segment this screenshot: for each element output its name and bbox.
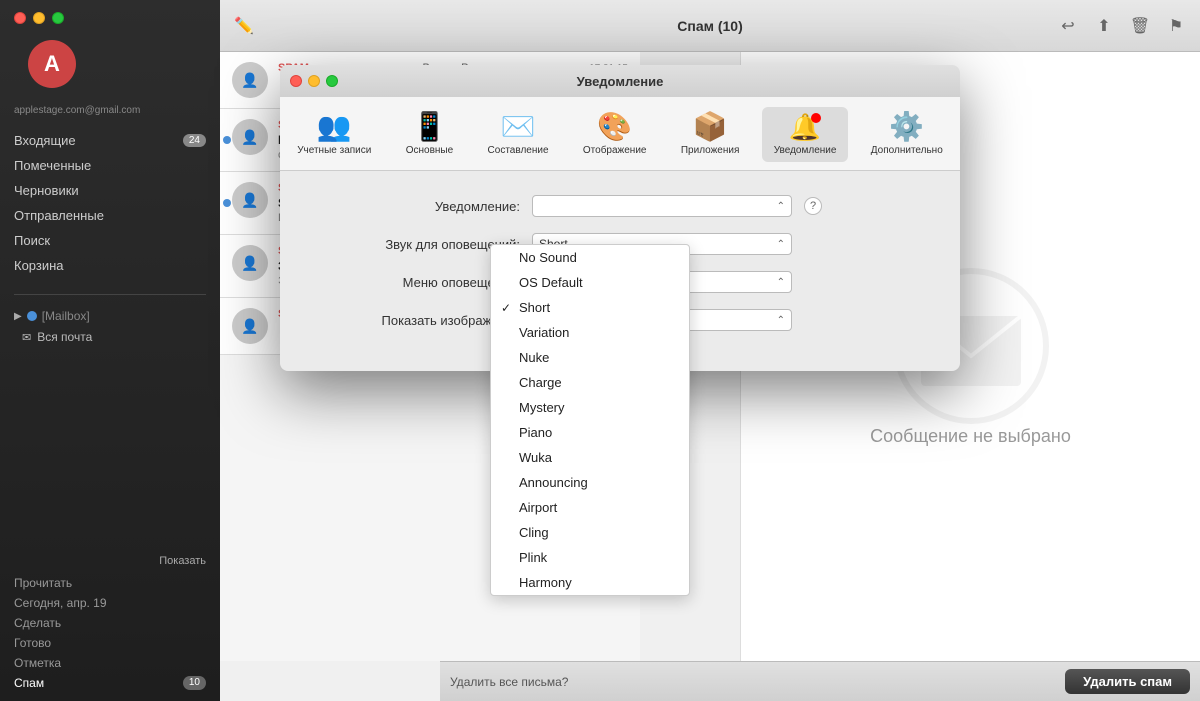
dropdown-item-announcing[interactable]: Announcing <box>491 470 689 495</box>
sidebar-item-inbox[interactable]: Входящие 24 <box>0 128 220 153</box>
divider <box>14 294 206 295</box>
sidebar-item-today[interactable]: Сегодня, апр. 19 <box>14 593 206 613</box>
display-icon: 🎨 <box>597 113 632 141</box>
sidebar-item-spam[interactable]: Спам 10 <box>14 673 206 693</box>
dropdown-item-os-default[interactable]: OS Default <box>491 270 689 295</box>
compose-icon: ✉️ <box>501 113 536 141</box>
sidebar-item-done[interactable]: Готово <box>14 633 206 653</box>
mailboxes: ▶ [Mailbox] ✉ Вся почта <box>0 301 220 351</box>
compose-button[interactable]: ✏️ <box>230 12 258 40</box>
prefs-tab-display[interactable]: 🎨 Отображение <box>571 107 659 162</box>
delete-spam-button[interactable]: Удалить спам <box>1065 669 1190 694</box>
dropdown-item-variation[interactable]: Variation <box>491 320 689 345</box>
dropdown-item-plink[interactable]: Plink <box>491 545 689 570</box>
prefs-tab-advanced-label: Дополнительно <box>871 145 943 156</box>
sidebar-item-sent[interactable]: Отправленные <box>0 203 220 228</box>
reply-icon[interactable]: ↩ <box>1054 12 1082 40</box>
sidebar-item-flagged[interactable]: Помеченные <box>0 153 220 178</box>
prefs-tab-general-label: Основные <box>406 145 453 156</box>
prefs-tab-compose-label: Составление <box>488 145 549 156</box>
sidebar-item-todo[interactable]: Сделать <box>14 613 206 633</box>
trash-icon[interactable]: 🗑 <box>1126 12 1154 40</box>
prefs-title: Уведомление <box>577 74 664 89</box>
dropdown-item-airport[interactable]: Airport <box>491 495 689 520</box>
prefs-tab-notifications[interactable]: 🔔 Уведомление <box>762 107 849 162</box>
sidebar-nav: Входящие 24 Помеченные Черновики Отправл… <box>0 128 220 288</box>
maximize-button[interactable] <box>52 12 64 24</box>
minimize-button[interactable] <box>33 12 45 24</box>
show-button[interactable]: Показать <box>159 555 206 571</box>
sidebar-item-drafts[interactable]: Черновики <box>0 178 220 203</box>
mail-title: Спам (10) <box>677 18 743 34</box>
dropdown-item-mystery[interactable]: Mystery <box>491 395 689 420</box>
prefs-tab-compose[interactable]: ✉️ Составление <box>476 107 561 162</box>
prefs-close-button[interactable] <box>290 75 302 87</box>
sidebar-traffic-lights <box>0 0 220 34</box>
prefs-minimize-button[interactable] <box>308 75 320 87</box>
prefs-tab-notifications-label: Уведомление <box>774 145 837 156</box>
sidebar-item-search[interactable]: Поиск <box>0 228 220 253</box>
mail-toolbar: ✏️ Спам (10) ↩ ⬆ 🗑 ⚑ <box>220 0 1200 52</box>
avatar: 👤 <box>232 62 268 98</box>
general-icon: 📱 <box>412 113 447 141</box>
dropdown-item-harmony[interactable]: Harmony <box>491 570 689 595</box>
message-empty-text: Сообщение не выбрано <box>870 426 1071 447</box>
unread-indicator <box>223 199 231 207</box>
flag-icon[interactable]: ⚑ <box>1162 12 1190 40</box>
sidebar-item-trash[interactable]: Корзина <box>0 253 220 278</box>
prefs-tab-advanced[interactable]: ⚙️ Дополнительно <box>859 107 955 162</box>
dropdown-item-cling[interactable]: Cling <box>491 520 689 545</box>
delete-all-label: Удалить все письма? <box>450 675 568 689</box>
close-button[interactable] <box>14 12 26 24</box>
mail-bottom-bar: Удалить все письма? Удалить спам <box>440 661 1200 701</box>
accounts-icon: 👥 <box>317 113 352 141</box>
dropdown-item-wuka[interactable]: Wuka <box>491 445 689 470</box>
help-button[interactable]: ? <box>804 197 822 215</box>
prefs-toolbar: 👥 Учетные записи 📱 Основные ✉️ Составлен… <box>280 97 960 171</box>
prefs-tab-accounts-label: Учетные записи <box>297 145 371 156</box>
prefs-titlebar: Уведомление <box>280 65 960 97</box>
toolbar-icons: ↩ ⬆ 🗑 ⚑ <box>1054 12 1190 40</box>
prefs-tab-accounts[interactable]: 👥 Учетные записи <box>285 107 383 162</box>
prefs-tab-general[interactable]: 📱 Основные <box>394 107 465 162</box>
dropdown-item-no-sound[interactable]: No Sound <box>491 245 689 270</box>
account-email: applestage.com@gmail.com <box>0 104 220 128</box>
sidebar-item-all-mail[interactable]: ✉ Вся почта <box>0 327 220 347</box>
dropdown-item-piano[interactable]: Piano <box>491 420 689 445</box>
prefs-tab-apps[interactable]: 📦 Приложения <box>669 107 752 162</box>
dropdown-item-charge[interactable]: Charge <box>491 370 689 395</box>
avatar: 👤 <box>232 245 268 281</box>
prefs-tab-display-label: Отображение <box>583 145 647 156</box>
sidebar: A applestage.com@gmail.com Входящие 24 П… <box>0 0 220 701</box>
mailbox-group[interactable]: ▶ [Mailbox] <box>0 305 220 327</box>
avatar: 👤 <box>232 308 268 344</box>
notification-select[interactable]: ⌃ <box>532 195 792 217</box>
avatar: A <box>28 40 76 88</box>
prefs-row-notification: Уведомление: ⌃ ? <box>320 195 920 217</box>
sidebar-bottom: Показать Прочитать Сегодня, апр. 19 Сдел… <box>0 543 220 701</box>
dropdown-item-short[interactable]: Short <box>491 295 689 320</box>
sidebar-item-read[interactable]: Прочитать <box>14 573 206 593</box>
notification-icon: 🔔 <box>789 113 821 141</box>
avatar: 👤 <box>232 182 268 218</box>
unread-indicator <box>223 136 231 144</box>
prefs-traffic-lights <box>290 75 338 87</box>
upload-icon[interactable]: ⬆ <box>1090 12 1118 40</box>
sound-dropdown-menu: No Sound OS Default Short Variation Nuke… <box>490 244 690 596</box>
prefs-maximize-button[interactable] <box>326 75 338 87</box>
avatar: 👤 <box>232 119 268 155</box>
dropdown-item-nuke[interactable]: Nuke <box>491 345 689 370</box>
notification-label: Уведомление: <box>320 199 520 214</box>
sidebar-item-mark[interactable]: Отметка <box>14 653 206 673</box>
advanced-icon: ⚙️ <box>889 113 924 141</box>
prefs-tab-apps-label: Приложения <box>681 145 740 156</box>
apps-icon: 📦 <box>693 113 728 141</box>
